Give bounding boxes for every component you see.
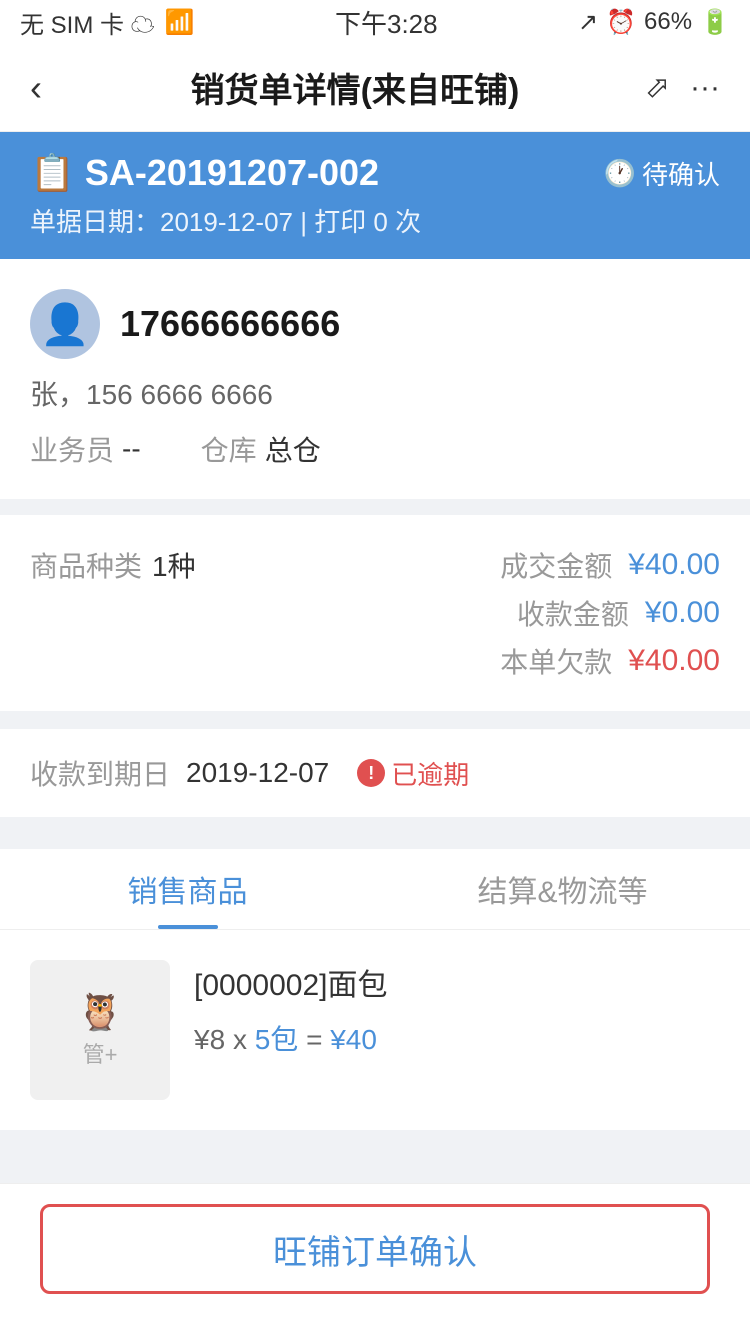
status-right: ↗ ⏰ 66% 🔋 (578, 8, 730, 37)
bottom-bar: 旺铺订单确认 (0, 1183, 750, 1334)
due-date-label: 收款到期日 (30, 753, 170, 793)
more-icon[interactable]: ··· (690, 71, 720, 105)
product-name: [0000002]面包 (194, 960, 720, 1004)
product-logo-sub: 管+ (83, 1037, 118, 1069)
product-info: [0000002]面包 ¥8 x 5包 = ¥40 (194, 960, 720, 1058)
tab-settlement-label: 结算&物流等 (477, 867, 647, 911)
location-icon: ↗ (578, 8, 598, 37)
page-title: 销货单详情(来自旺铺) (90, 63, 620, 112)
battery-icon: 🔋 (700, 8, 730, 37)
receipt-amount-label: 收款金额 (517, 593, 629, 633)
order-status: 🕐 待确认 (604, 155, 720, 192)
product-thumbnail: 🦉 管+ (30, 960, 170, 1100)
deal-amount-label: 成交金额 (500, 545, 612, 585)
overdue-badge: ! 已逾期 (357, 755, 469, 792)
customer-phone: 17666666666 (120, 303, 340, 345)
divider-3 (0, 817, 750, 833)
product-card: 🦉 管+ [0000002]面包 ¥8 x 5包 = ¥40 (0, 930, 750, 1130)
amounts-section: 成交金额 ¥40.00 收款金额 ¥0.00 本单欠款 ¥40.00 (500, 545, 720, 681)
customer-meta: 业务员 -- 仓库 总仓 (30, 429, 720, 469)
user-icon: 👤 (40, 301, 90, 348)
due-card: 收款到期日 2019-12-07 ! 已逾期 (0, 729, 750, 817)
clock-icon: 🕐 (604, 158, 636, 189)
receipt-amount-value: ¥0.00 (645, 596, 720, 630)
divider-1 (0, 499, 750, 515)
order-id: 📋 SA-20191207-002 (30, 152, 379, 194)
salesperson-value: -- (122, 433, 141, 465)
product-price: ¥8 x 5包 = ¥40 (194, 1018, 720, 1058)
wifi-icon: 📶 (165, 8, 195, 37)
tab-products-label: 销售商品 (128, 867, 248, 911)
customer-card: 👤 17666666666 张，156 6666 6666 业务员 -- 仓库 … (0, 259, 750, 499)
salesperson-label: 业务员 (30, 429, 114, 469)
warehouse-value: 总仓 (265, 429, 321, 469)
divider-2 (0, 711, 750, 727)
tab-products[interactable]: 销售商品 (0, 849, 375, 929)
back-button[interactable]: ‹ (30, 67, 90, 109)
confirm-button[interactable]: 旺铺订单确认 (40, 1204, 710, 1294)
tab-settlement[interactable]: 结算&物流等 (375, 849, 750, 929)
nav-bar: ‹ 销货单详情(来自旺铺) ⬀ ··· (0, 44, 750, 132)
order-icon: 📋 (30, 152, 75, 194)
status-time: 下午3:28 (335, 4, 438, 41)
summary-card: 商品种类 1种 成交金额 ¥40.00 收款金额 ¥0.00 本单欠款 ¥40.… (0, 515, 750, 711)
customer-name: 张，156 6666 6666 (30, 373, 720, 413)
price-value: ¥8 (194, 1024, 225, 1055)
price-x: x (233, 1024, 255, 1055)
order-header-card: 📋 SA-20191207-002 🕐 待确认 单据日期：2019-12-07 … (0, 132, 750, 259)
tabs-container: 销售商品 结算&物流等 (0, 849, 750, 930)
status-left: 无 SIM 卡 ☁ 📶 (20, 5, 195, 40)
battery-status: 66% (644, 8, 692, 36)
product-types-value: 1种 (152, 545, 196, 585)
nav-actions: ⬀ ··· (620, 70, 720, 105)
overdue-icon: ! (357, 759, 385, 787)
product-logo: 🦉 (78, 991, 123, 1033)
deal-amount-value: ¥40.00 (628, 548, 720, 582)
owed-amount-value: ¥40.00 (628, 644, 720, 678)
price-quantity: 5包 (255, 1024, 299, 1055)
product-types-label: 商品种类 (30, 545, 142, 585)
share-icon[interactable]: ⬀ (645, 70, 670, 105)
avatar: 👤 (30, 289, 100, 359)
owed-amount-label: 本单欠款 (500, 641, 612, 681)
status-bar: 无 SIM 卡 ☁ 📶 下午3:28 ↗ ⏰ 66% 🔋 (0, 0, 750, 44)
price-equals: = (306, 1024, 330, 1055)
overdue-text: 已逾期 (391, 755, 469, 792)
order-date: 单据日期：2019-12-07 | 打印 0 次 (30, 202, 720, 239)
price-total: ¥40 (330, 1024, 377, 1055)
alarm-icon: ⏰ (606, 8, 636, 37)
sim-status: 无 SIM 卡 ☁ (20, 5, 155, 40)
warehouse-label: 仓库 (201, 429, 257, 469)
due-date-value: 2019-12-07 (186, 757, 329, 789)
tab-underline (158, 925, 218, 929)
